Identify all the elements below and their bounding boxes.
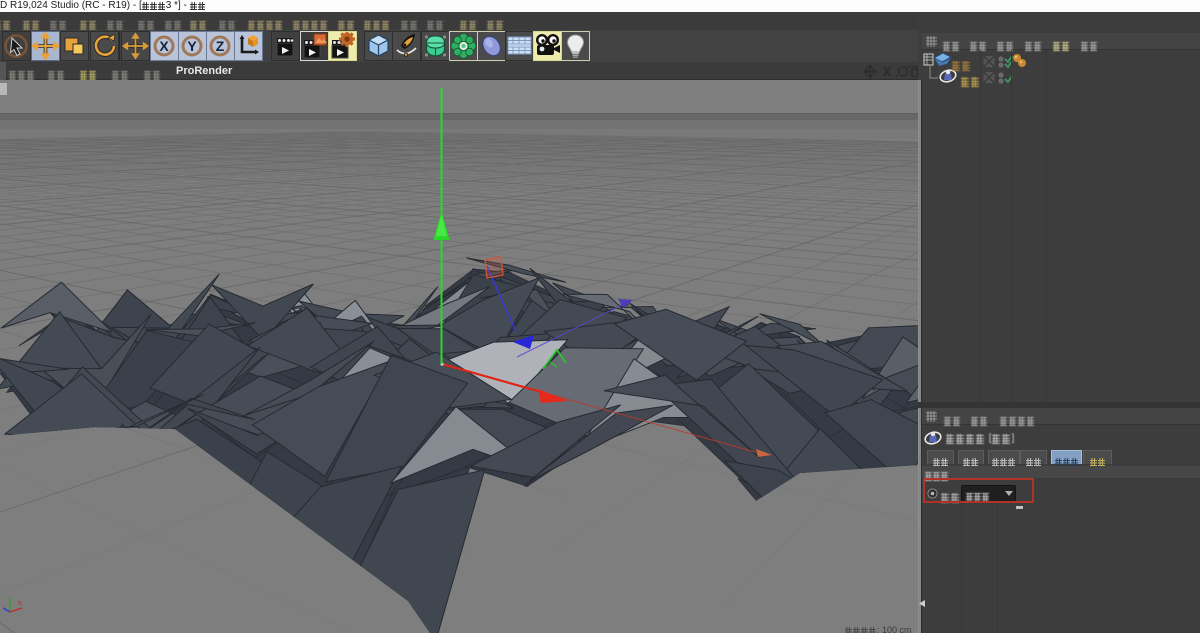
svg-text:X: X bbox=[159, 38, 169, 54]
svg-text:Y: Y bbox=[187, 38, 197, 54]
svg-text:x: x bbox=[18, 600, 22, 607]
svg-text:Z: Z bbox=[216, 38, 225, 54]
